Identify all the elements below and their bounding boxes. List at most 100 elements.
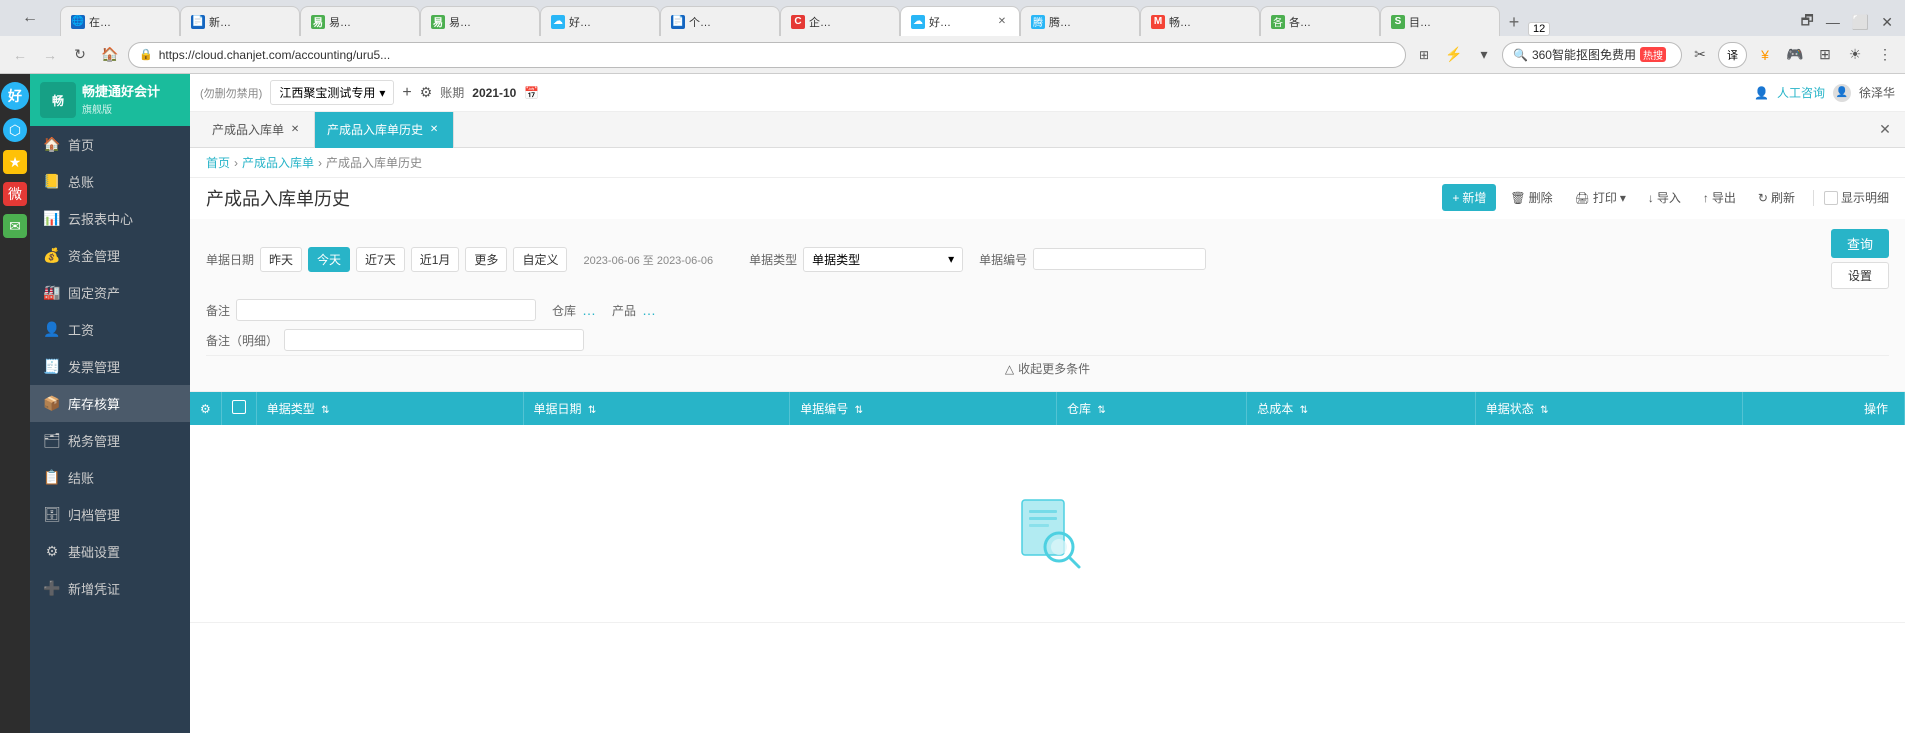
add-button[interactable]: + 新增 [1442, 184, 1496, 211]
sidebar-item-checkout[interactable]: 📋 结账 [30, 459, 190, 496]
game-icon[interactable]: 🎮 [1783, 43, 1807, 67]
sidebar-subtitle: 旗舰版 [82, 101, 160, 116]
warehouse-more-dots[interactable]: … [582, 302, 596, 318]
tab-3[interactable]: 易 易… [300, 6, 420, 36]
tab-history-page[interactable]: 产成品入库单历史 ✕ [315, 112, 454, 148]
tab-list-close-icon[interactable]: ✕ [288, 123, 302, 137]
tab-11[interactable]: 各 各… [1260, 6, 1380, 36]
note-detail-filter-input[interactable] [284, 329, 584, 351]
tab-7[interactable]: C 企… [780, 6, 900, 36]
account-company-select[interactable]: 江西聚宝测试专用 ▾ [270, 80, 394, 105]
export-button[interactable]: ↑ 导出 [1695, 185, 1744, 210]
dock-icon-4[interactable]: ✉ [3, 214, 27, 238]
th-total-cost[interactable]: 总成本 ⇅ [1247, 392, 1476, 425]
import-button[interactable]: ↓ 导入 [1640, 185, 1689, 210]
sidebar-item-home[interactable]: 🏠 首页 [30, 126, 190, 163]
add-account-button[interactable]: + [402, 84, 411, 102]
date-btn-1month[interactable]: 近1月 [411, 247, 460, 272]
tab-9[interactable]: 腾 腾… [1020, 6, 1140, 36]
tab-12[interactable]: S 目… [1380, 6, 1500, 36]
breadcrumb-home-link[interactable]: 首页 [206, 154, 230, 171]
show-cols-toggle[interactable]: 显示明细 [1824, 189, 1889, 206]
calendar-icon[interactable]: 📅 [524, 86, 539, 100]
date-btn-yesterday[interactable]: 昨天 [260, 247, 302, 272]
dock-app-icon[interactable]: 好 [1, 82, 29, 110]
refresh-action-button[interactable]: ↻ 刷新 [1750, 185, 1803, 210]
browser-back-icon[interactable]: ← [18, 7, 42, 29]
sidebar-item-ledger[interactable]: 📒 总账 [30, 163, 190, 200]
query-button[interactable]: 查询 [1831, 229, 1889, 258]
tab-6[interactable]: 📄 个… [660, 6, 780, 36]
th-warehouse[interactable]: 仓库 ⇅ [1056, 392, 1246, 425]
import-label: 导入 [1657, 189, 1681, 206]
scissors-icon[interactable]: ✂ [1688, 43, 1712, 67]
grid2-icon[interactable]: ⊞ [1813, 43, 1837, 67]
tab-4[interactable]: 易 易… [420, 6, 540, 36]
home-button[interactable]: 🏠 [98, 43, 122, 67]
restore-window-icon[interactable]: 🗗 [1797, 8, 1818, 36]
tab-list-page[interactable]: 产成品入库单 ✕ [200, 112, 315, 148]
sidebar-item-archive[interactable]: 🗄 归档管理 [30, 496, 190, 533]
collapse-label: 收起更多条件 [1018, 360, 1090, 377]
dropdown-arrow-icon[interactable]: ▾ [1472, 43, 1496, 67]
sun-icon[interactable]: ☀ [1843, 43, 1867, 67]
sidebar-item-funds[interactable]: 💰 资金管理 [30, 237, 190, 274]
date-btn-more[interactable]: 更多 [465, 247, 507, 272]
more-settings-icon[interactable]: ⋮ [1873, 43, 1897, 67]
th-number[interactable]: 单据编号 ⇅ [790, 392, 1057, 425]
type-select[interactable]: 单据类型 ▾ [803, 247, 963, 272]
back-button[interactable]: ← [8, 43, 32, 67]
breadcrumb-list-link[interactable]: 产成品入库单 [242, 154, 314, 171]
tab-5[interactable]: ☁ 好… [540, 6, 660, 36]
warehouse-filter-label: 仓库 [552, 302, 576, 319]
new-tab-button[interactable]: + [1500, 8, 1528, 36]
tab-8-active[interactable]: ☁ 好… ✕ [900, 6, 1020, 36]
sidebar-item-fixed[interactable]: 🏭 固定资产 [30, 274, 190, 311]
date-btn-custom[interactable]: 自定义 [513, 247, 567, 272]
ai-consult-label[interactable]: 人工咨询 [1777, 84, 1825, 101]
sidebar-item-invoice[interactable]: 🧾 发票管理 [30, 348, 190, 385]
date-btn-today[interactable]: 今天 [308, 247, 350, 272]
tab-8-close-icon[interactable]: ✕ [995, 15, 1009, 29]
maximize-icon[interactable]: ⬜ [1848, 12, 1873, 33]
sidebar-item-inventory[interactable]: 📦 库存核算 [30, 385, 190, 422]
grid-icon[interactable]: ⊞ [1412, 43, 1436, 67]
tab-history-close-icon[interactable]: ✕ [427, 123, 441, 137]
collapse-arrow-icon: △ [1005, 362, 1014, 376]
print-button[interactable]: 🖨 打印 ▾ [1567, 185, 1634, 210]
sidebar-item-payroll[interactable]: 👤 工资 [30, 311, 190, 348]
sidebar-item-basic[interactable]: ⚙ 基础设置 [30, 533, 190, 570]
th-check[interactable] [221, 392, 256, 425]
th-date[interactable]: 单据日期 ⇅ [523, 392, 790, 425]
number-filter-input[interactable] [1033, 248, 1206, 270]
refresh-button[interactable]: ↻ [68, 43, 92, 67]
close-panel-button[interactable]: ✕ [1875, 120, 1895, 140]
product-more-dots[interactable]: … [642, 302, 656, 318]
forward-button[interactable]: → [38, 43, 62, 67]
sidebar-item-tax[interactable]: 🗂 税务管理 [30, 422, 190, 459]
th-type[interactable]: 单据类型 ⇅ [256, 392, 523, 425]
minimize-icon[interactable]: ― [1822, 12, 1844, 32]
translate-icon[interactable]: 译 [1718, 42, 1747, 68]
sidebar-item-reports[interactable]: 📊 云报表中心 [30, 200, 190, 237]
note-filter-input[interactable] [236, 299, 536, 321]
settings-gear-icon[interactable]: ⚙ [420, 84, 433, 101]
date-btn-7days[interactable]: 近7天 [356, 247, 405, 272]
sidebar-header: 畅 畅捷通好会计 旗舰版 [30, 74, 190, 126]
sidebar-item-newbill[interactable]: ➕ 新增凭证 [30, 570, 190, 607]
th-status[interactable]: 单据状态 ⇅ [1475, 392, 1742, 425]
collapse-filter-button[interactable]: △ 收起更多条件 [206, 355, 1889, 381]
tab-10[interactable]: M 畅… [1140, 6, 1260, 36]
settings-filter-button[interactable]: 设置 [1831, 262, 1889, 289]
tab-2[interactable]: 📄 新… [180, 6, 300, 36]
lightning-icon[interactable]: ⚡ [1442, 43, 1466, 67]
address-input-container[interactable]: 🔒 https://cloud.chanjet.com/accounting/u… [128, 42, 1406, 68]
close-window-icon[interactable]: ✕ [1877, 12, 1897, 33]
dock-icon-1[interactable]: ⬡ [3, 118, 27, 142]
dock-icon-2[interactable]: ★ [3, 150, 27, 174]
yuan-icon[interactable]: ¥ [1753, 43, 1777, 67]
th-gear[interactable]: ⚙ [190, 392, 221, 425]
tab-1[interactable]: 🌐 在… [60, 6, 180, 36]
dock-icon-3[interactable]: 微 [3, 182, 27, 206]
delete-button[interactable]: 🗑 删除 [1502, 185, 1560, 210]
